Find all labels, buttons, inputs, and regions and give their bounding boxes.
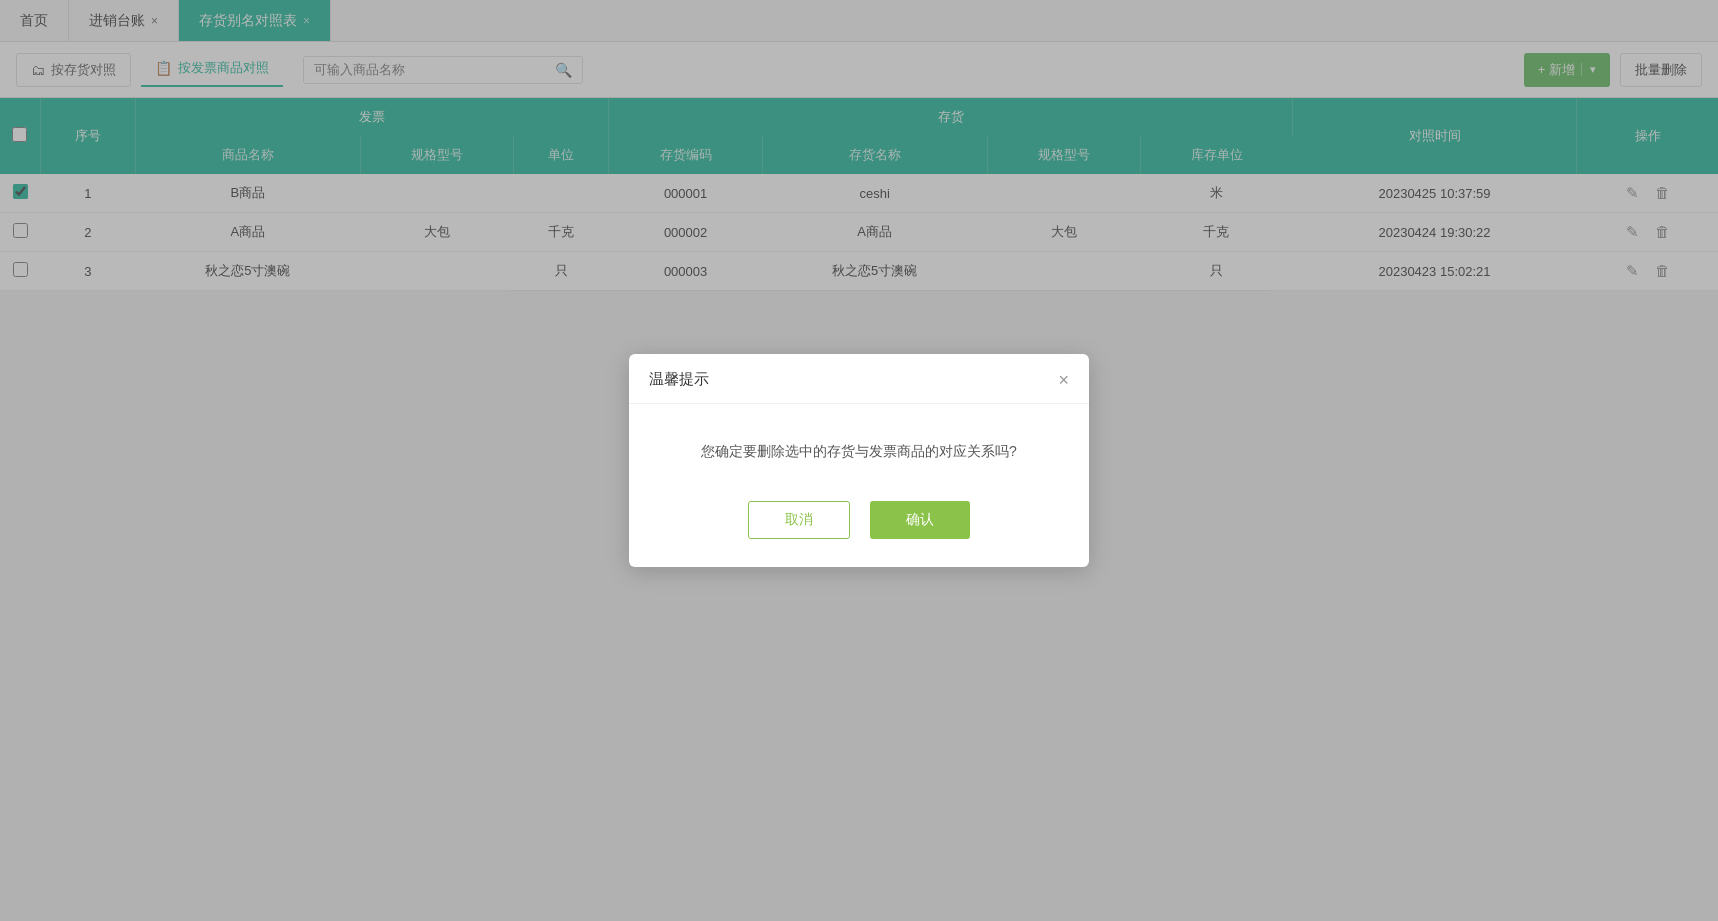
dialog-confirm-button[interactable]: 确认 bbox=[870, 501, 970, 539]
dialog-title: 温馨提示 bbox=[649, 370, 709, 389]
confirm-dialog: 温馨提示 × 您确定要删除选中的存货与发票商品的对应关系吗? 取消 确认 bbox=[629, 354, 1089, 566]
dialog-body: 您确定要删除选中的存货与发票商品的对应关系吗? bbox=[629, 404, 1089, 490]
dialog-cancel-button[interactable]: 取消 bbox=[748, 501, 850, 539]
dialog-footer: 取消 确认 bbox=[629, 491, 1089, 567]
dialog-message: 您确定要删除选中的存货与发票商品的对应关系吗? bbox=[701, 443, 1017, 459]
dialog-close-button[interactable]: × bbox=[1058, 371, 1069, 389]
dialog-header: 温馨提示 × bbox=[629, 354, 1089, 404]
modal-overlay: 温馨提示 × 您确定要删除选中的存货与发票商品的对应关系吗? 取消 确认 bbox=[0, 0, 1718, 921]
